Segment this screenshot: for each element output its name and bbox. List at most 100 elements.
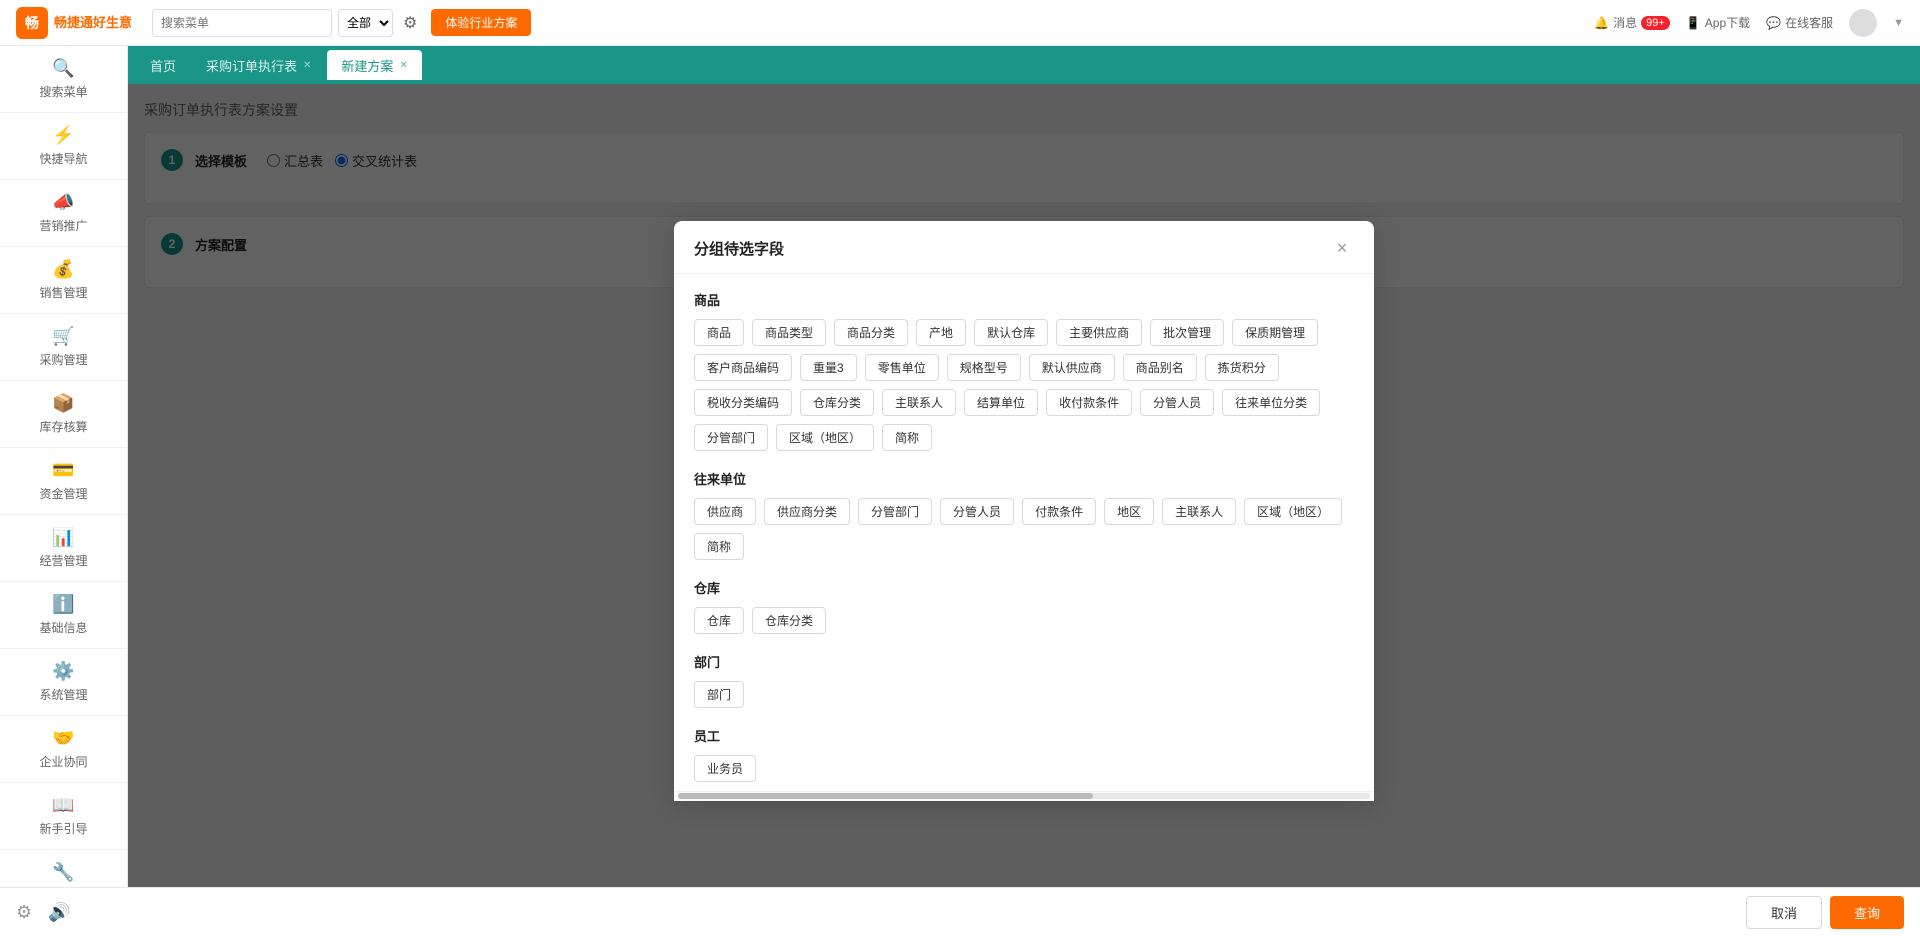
section-warehouse-title: 仓库 xyxy=(694,578,1354,597)
field-tag[interactable]: 默认仓库 xyxy=(974,319,1048,346)
section-counterpart-title: 往来单位 xyxy=(694,469,1354,488)
field-tag[interactable]: 付款条件 xyxy=(1022,498,1096,525)
field-tag[interactable]: 保质期管理 xyxy=(1232,319,1318,346)
field-tag[interactable]: 仓库分类 xyxy=(752,607,826,634)
field-tag[interactable]: 简称 xyxy=(694,533,744,560)
sidebar-item-label: 营销推广 xyxy=(39,217,87,234)
online-service-label: 在线客服 xyxy=(1785,14,1833,31)
sidebar-item-search[interactable]: 🔍 搜索菜单 xyxy=(0,46,127,113)
cancel-button[interactable]: 取消 xyxy=(1746,896,1822,929)
field-tag[interactable]: 零售单位 xyxy=(865,354,939,381)
section-product-title: 商品 xyxy=(694,290,1354,309)
field-tag[interactable]: 批次管理 xyxy=(1150,319,1224,346)
settings-bottom-icon[interactable]: ⚙ xyxy=(16,902,32,923)
sidebar-item-purchase[interactable]: 🛒 采购管理 xyxy=(0,314,127,381)
tab-bar: 首页 采购订单执行表 ✕ 新建方案 ✕ xyxy=(128,46,1920,84)
field-tag[interactable]: 规格型号 xyxy=(947,354,1021,381)
field-tag[interactable]: 仓库分类 xyxy=(800,389,874,416)
field-tag[interactable]: 区域（地区） xyxy=(776,424,874,451)
field-tag[interactable]: 分管人员 xyxy=(1140,389,1214,416)
handshake-icon: 🤝 xyxy=(52,728,74,749)
app-download-nav[interactable]: 📱 App下载 xyxy=(1686,14,1750,31)
field-tag[interactable]: 往来单位分类 xyxy=(1222,389,1320,416)
field-tag[interactable]: 简称 xyxy=(882,424,932,451)
sidebar-item-management[interactable]: 📊 经营管理 xyxy=(0,515,127,582)
gear-icon[interactable]: ⚙ xyxy=(403,13,417,33)
tab-new-plan[interactable]: 新建方案 ✕ xyxy=(327,50,421,80)
box-icon: 📦 xyxy=(52,393,74,414)
field-tag[interactable]: 客户商品编码 xyxy=(694,354,792,381)
sidebar-item-guide[interactable]: 📖 新手引导 xyxy=(0,783,127,850)
sidebar-item-label: 销售管理 xyxy=(39,284,87,301)
sidebar-item-collab[interactable]: 🤝 企业协同 xyxy=(0,716,127,783)
warehouse-field-tags: 仓库 仓库分类 xyxy=(694,607,1354,634)
field-tag[interactable]: 商品分类 xyxy=(834,319,908,346)
field-tag[interactable]: 税收分类编码 xyxy=(694,389,792,416)
header-right: 🔔 消息 99+ 📱 App下载 💬 在线客服 ▼ xyxy=(1594,9,1904,37)
audio-bottom-icon[interactable]: 🔊 xyxy=(48,902,70,923)
tab-purchase-exec-label: 采购订单执行表 xyxy=(206,56,297,75)
settings-icon: ⚙️ xyxy=(52,661,74,682)
chat-icon: 💬 xyxy=(1766,16,1781,30)
online-service-nav[interactable]: 💬 在线客服 xyxy=(1766,14,1833,31)
user-menu-icon[interactable]: ▼ xyxy=(1893,17,1904,29)
sidebar-item-system[interactable]: ⚙️ 系统管理 xyxy=(0,649,127,716)
counterpart-field-tags: 供应商 供应商分类 分管部门 分管人员 付款条件 地区 主联系人 区域（地区） … xyxy=(694,498,1354,560)
tab-home[interactable]: 首页 xyxy=(136,50,190,80)
search-input[interactable] xyxy=(152,9,332,37)
lightning-icon: ⚡ xyxy=(52,125,74,146)
field-tag[interactable]: 拣货积分 xyxy=(1205,354,1279,381)
field-tag[interactable]: 区域（地区） xyxy=(1244,498,1342,525)
sidebar-item-inventory[interactable]: 📦 库存核算 xyxy=(0,381,127,448)
field-tag[interactable]: 供应商分类 xyxy=(764,498,850,525)
field-tag[interactable]: 商品类型 xyxy=(752,319,826,346)
field-tag[interactable]: 分管人员 xyxy=(940,498,1014,525)
mobile-icon: 📱 xyxy=(1686,16,1701,30)
field-tag[interactable]: 收付款条件 xyxy=(1046,389,1132,416)
field-tag[interactable]: 产地 xyxy=(916,319,966,346)
section-department: 部门 部门 xyxy=(694,652,1354,708)
field-tag[interactable]: 结算单位 xyxy=(964,389,1038,416)
sidebar-item-quicknav[interactable]: ⚡ 快捷导航 xyxy=(0,113,127,180)
field-tag[interactable]: 默认供应商 xyxy=(1029,354,1115,381)
sidebar-item-marketing[interactable]: 📣 营销推广 xyxy=(0,180,127,247)
field-tag[interactable]: 商品别名 xyxy=(1123,354,1197,381)
confirm-button[interactable]: 查询 xyxy=(1830,896,1904,929)
bottom-bar: ⚙ 🔊 取消 查询 xyxy=(0,887,1920,937)
tab-purchase-close-icon[interactable]: ✕ xyxy=(303,60,311,71)
field-tag[interactable]: 主要供应商 xyxy=(1056,319,1142,346)
sidebar-item-label: 采购管理 xyxy=(39,351,87,368)
card-icon: 💳 xyxy=(52,460,74,481)
tab-purchase-exec[interactable]: 采购订单执行表 ✕ xyxy=(192,50,325,80)
modal-body: 商品 商品 商品类型 商品分类 产地 默认仓库 主要供应商 批次管理 保质期管理… xyxy=(674,274,1374,791)
field-tag[interactable]: 分管部门 xyxy=(694,424,768,451)
field-tag[interactable]: 主联系人 xyxy=(1162,498,1236,525)
sidebar-item-basic-info[interactable]: ℹ️ 基础信息 xyxy=(0,582,127,649)
modal-close-button[interactable]: × xyxy=(1330,237,1354,261)
field-tag[interactable]: 商品 xyxy=(694,319,744,346)
field-tag[interactable]: 主联系人 xyxy=(882,389,956,416)
cart-icon: 🛒 xyxy=(52,326,74,347)
field-tag[interactable]: 分管部门 xyxy=(858,498,932,525)
field-tag[interactable]: 部门 xyxy=(694,681,744,708)
top-header: 畅 畅捷通好生意 全部 ⚙ 体验行业方案 🔔 消息 99+ 📱 App下载 💬 … xyxy=(0,0,1920,46)
field-tag[interactable]: 供应商 xyxy=(694,498,756,525)
experience-button[interactable]: 体验行业方案 xyxy=(431,9,531,36)
field-tag[interactable]: 重量3 xyxy=(800,354,857,381)
avatar[interactable] xyxy=(1849,9,1877,37)
sidebar: 🔍 搜索菜单 ⚡ 快捷导航 📣 营销推广 💰 销售管理 🛒 采购管理 📦 库存核… xyxy=(0,46,128,937)
tab-new-plan-close-icon[interactable]: ✕ xyxy=(399,60,407,71)
field-tag[interactable]: 业务员 xyxy=(694,755,756,782)
sidebar-item-label: 资金管理 xyxy=(39,485,87,502)
header-dropdown[interactable]: 全部 xyxy=(338,9,393,37)
sidebar-item-sales[interactable]: 💰 销售管理 xyxy=(0,247,127,314)
search-icon: 🔍 xyxy=(52,58,74,79)
info-icon: ℹ️ xyxy=(52,594,74,615)
sidebar-item-finance[interactable]: 💳 资金管理 xyxy=(0,448,127,515)
sidebar-item-label: 经营管理 xyxy=(39,552,87,569)
employee-field-tags: 业务员 xyxy=(694,755,1354,782)
field-tag[interactable]: 地区 xyxy=(1104,498,1154,525)
message-nav[interactable]: 🔔 消息 99+ xyxy=(1594,14,1670,31)
logo-text: 畅捷通好生意 xyxy=(54,15,132,31)
field-tag[interactable]: 仓库 xyxy=(694,607,744,634)
